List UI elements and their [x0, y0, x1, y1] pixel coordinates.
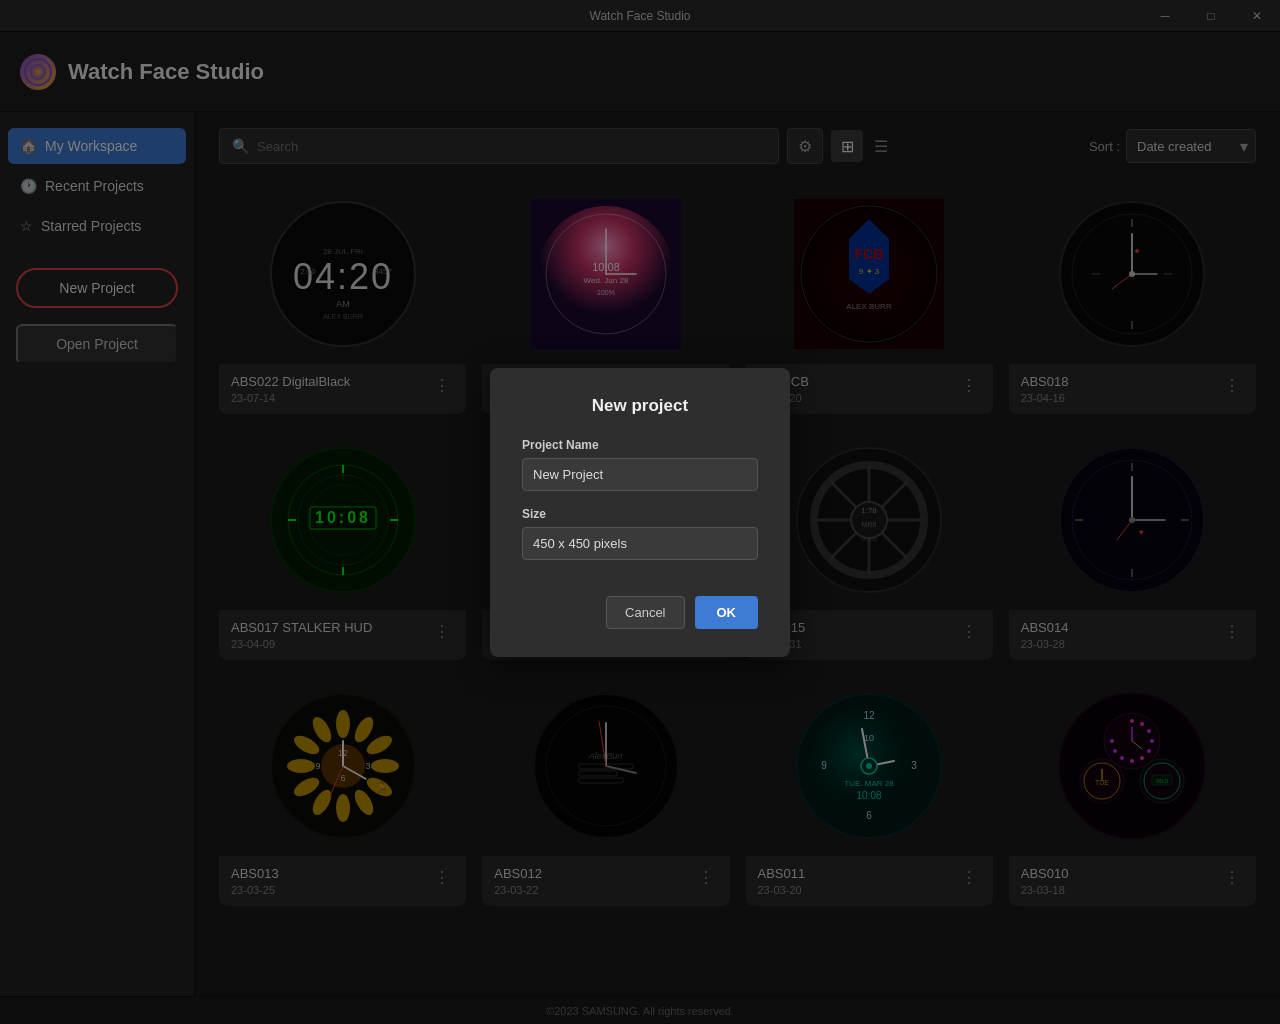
- modal-overlay[interactable]: New project Project Name Size Cancel OK: [0, 0, 1280, 1024]
- cancel-button[interactable]: Cancel: [606, 596, 684, 629]
- project-name-input[interactable]: [522, 458, 758, 491]
- project-name-label: Project Name: [522, 438, 758, 452]
- modal-buttons: Cancel OK: [522, 596, 758, 629]
- size-input[interactable]: [522, 527, 758, 560]
- new-project-modal: New project Project Name Size Cancel OK: [490, 368, 790, 657]
- modal-title: New project: [522, 396, 758, 416]
- ok-button[interactable]: OK: [695, 596, 759, 629]
- size-label: Size: [522, 507, 758, 521]
